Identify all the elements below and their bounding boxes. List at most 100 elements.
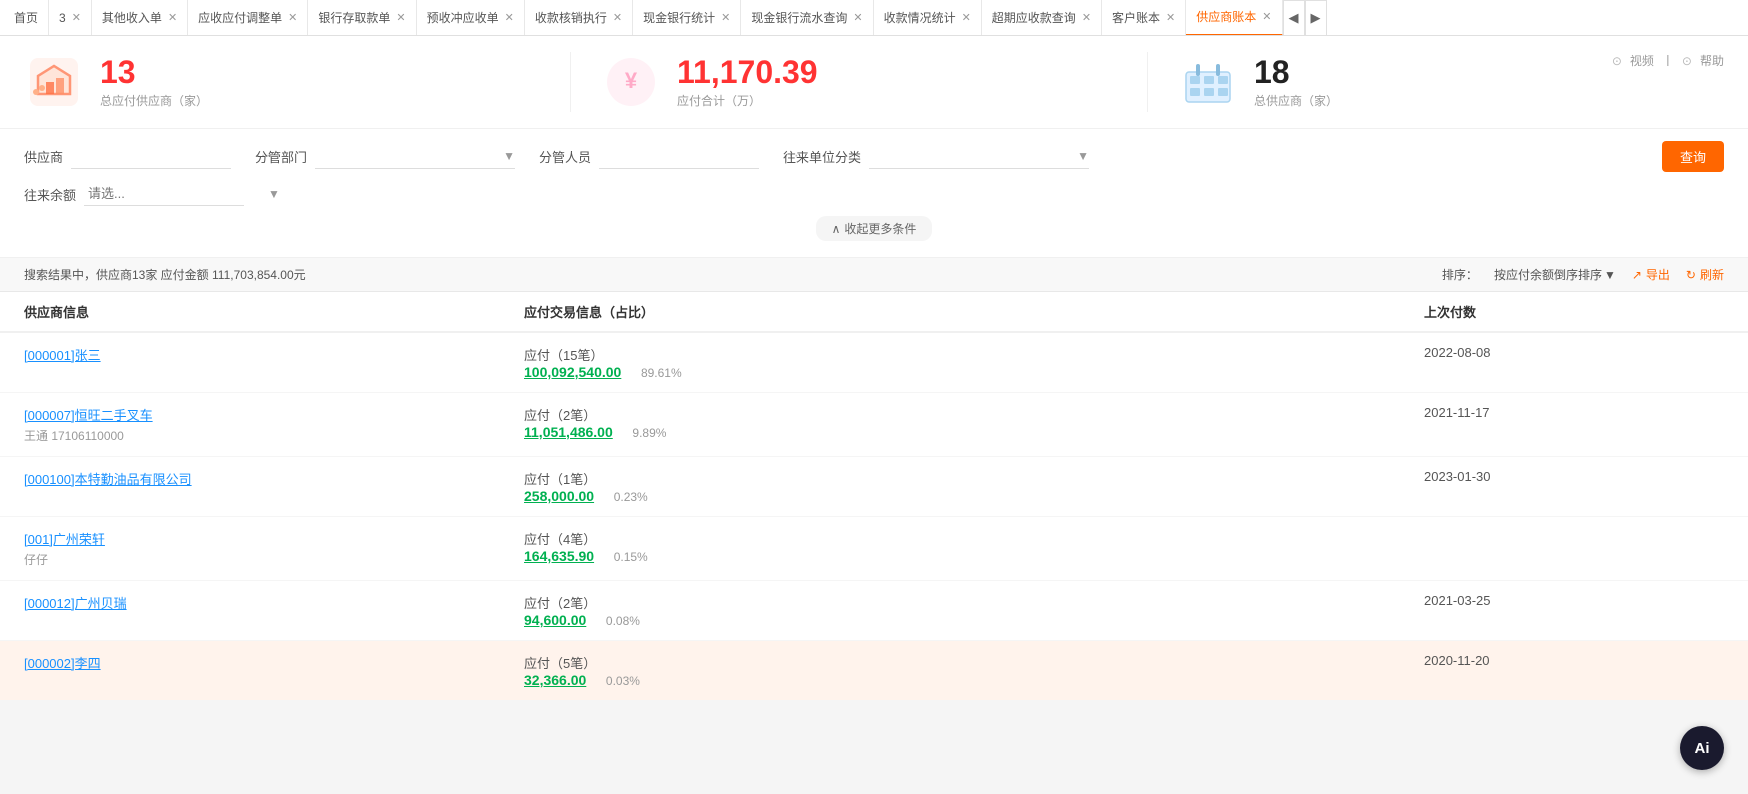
balance-filter-label: 往来余额 bbox=[24, 185, 76, 204]
col-last-pay: 上次付数 bbox=[1424, 302, 1724, 321]
nav-tab-prepay[interactable]: 预收冲应收单 ✕ bbox=[417, 0, 525, 36]
supplier-input[interactable] bbox=[71, 145, 255, 168]
nav-tab-ar-ap-adjust-close[interactable]: ✕ bbox=[288, 11, 297, 24]
nav-tab-supplier-book-close[interactable]: ✕ bbox=[1262, 10, 1271, 23]
supplier-link[interactable]: [000012]广州贝瑞 bbox=[24, 596, 127, 611]
nav-tab-bank-deposit-close[interactable]: ✕ bbox=[396, 11, 405, 24]
nav-tab-prepay-label: 预收冲应收单 bbox=[427, 9, 499, 26]
nav-tab-cash-bank-flow[interactable]: 现金银行流水查询 ✕ bbox=[741, 0, 873, 36]
sort-option-label: 按应付余额倒序排序 bbox=[1494, 266, 1602, 283]
total-suppliers-label: 总供应商（家） bbox=[1254, 92, 1338, 109]
nav-tab-cash-bank-stats-close[interactable]: ✕ bbox=[721, 11, 730, 24]
collapse-button[interactable]: ∧ 收起更多条件 bbox=[816, 216, 933, 241]
supplier-sub: 王通 17106110000 bbox=[24, 427, 524, 444]
nav-tab-bank-deposit[interactable]: 银行存取款单 ✕ bbox=[308, 0, 416, 36]
nav-tab-home-label: 首页 bbox=[14, 9, 38, 26]
total-payable-amount-number: 11,170.39 bbox=[677, 56, 818, 88]
nav-tab-overdue[interactable]: 超期应收款查询 ✕ bbox=[982, 0, 1102, 36]
help-link[interactable]: 帮助 bbox=[1700, 52, 1724, 69]
ai-label: Ai bbox=[1695, 740, 1710, 757]
tx-amount-link[interactable]: 32,366.00 bbox=[524, 672, 586, 688]
tx-cell: 应付（4笔） 164,635.90 0.15% bbox=[524, 529, 1424, 564]
nav-tab-cash-bank-stats[interactable]: 现金银行统计 ✕ bbox=[633, 0, 741, 36]
circle-icon: ⊙ bbox=[1612, 54, 1622, 68]
results-bar: 搜索结果中，供应商13家 应付金额 111,703,854.00元 排序： 按应… bbox=[0, 258, 1748, 292]
sort-chevron-down-icon[interactable]: ▼ bbox=[1604, 268, 1616, 282]
dept-chevron-down-icon[interactable]: ▼ bbox=[503, 149, 515, 163]
nav-tab-3-close[interactable]: ✕ bbox=[72, 11, 81, 24]
supplier-link[interactable]: [000002]李四 bbox=[24, 656, 101, 671]
nav-tab-collection-stats-close[interactable]: ✕ bbox=[962, 11, 971, 24]
nav-tab-supplier-book-label: 供应商账本 bbox=[1196, 8, 1256, 25]
refresh-icon: ↻ bbox=[1686, 268, 1696, 282]
summary-bar: 13 总应付供应商（家） ¥ 11,170.39 应付合计（万） bbox=[0, 36, 1748, 129]
supplier-link[interactable]: [000001]张三 bbox=[24, 348, 101, 363]
tx-cell: 应付（1笔） 258,000.00 0.23% bbox=[524, 469, 1424, 504]
summary-card2-content: 11,170.39 应付合计（万） bbox=[677, 56, 818, 109]
dept-input[interactable] bbox=[315, 145, 503, 168]
balance-chevron-down-icon[interactable]: ▼ bbox=[268, 187, 280, 201]
supplier-link[interactable]: [000100]本特勤油品有限公司 bbox=[24, 472, 192, 487]
export-button[interactable]: ↗ 导出 bbox=[1632, 266, 1670, 283]
nav-prev-arrow[interactable]: ◀ bbox=[1283, 0, 1305, 36]
person-filter-label: 分管人员 bbox=[539, 147, 591, 166]
table-row: [000001]张三 应付（15笔） 100,092,540.00 89.61%… bbox=[0, 333, 1748, 393]
search-button[interactable]: 查询 bbox=[1662, 141, 1724, 172]
tx-cell: 应付（2笔） 94,600.00 0.08% bbox=[524, 593, 1424, 628]
total-payable-suppliers-number: 13 bbox=[100, 56, 208, 88]
circle-icon2: ⊙ bbox=[1682, 54, 1692, 68]
category-input[interactable] bbox=[869, 145, 1077, 168]
nav-tab-overdue-close[interactable]: ✕ bbox=[1082, 11, 1091, 24]
filter-row-1: 供应商 ··· 分管部门 ▼ 分管人员 ··· 往来单位分类 bbox=[24, 141, 1724, 172]
nav-tab-supplier-book[interactable]: 供应商账本 ✕ bbox=[1186, 0, 1282, 36]
nav-tab-other-income-close[interactable]: ✕ bbox=[168, 11, 177, 24]
filter-supplier: 供应商 ··· bbox=[24, 145, 231, 169]
supplier-link[interactable]: [000007]恒旺二手叉车 bbox=[24, 408, 153, 423]
person-input[interactable] bbox=[599, 145, 783, 168]
filter-balance: 往来余额 ▼ bbox=[24, 182, 244, 206]
nav-tab-3[interactable]: 3 ✕ bbox=[49, 0, 92, 36]
table-row: [000007]恒旺二手叉车 王通 17106110000 应付（2笔） 11,… bbox=[0, 393, 1748, 457]
nav-tab-customer-book[interactable]: 客户账本 ✕ bbox=[1102, 0, 1186, 36]
supplier-filter-label: 供应商 bbox=[24, 147, 63, 166]
supplier-link[interactable]: [001]广州荣轩 bbox=[24, 532, 105, 547]
export-icon: ↗ bbox=[1632, 268, 1642, 282]
nav-tab-other-income[interactable]: 其他收入单 ✕ bbox=[92, 0, 188, 36]
nav-tab-collection-stats[interactable]: 收款情况统计 ✕ bbox=[874, 0, 982, 36]
nav-tab-collection-close[interactable]: ✕ bbox=[613, 11, 622, 24]
tx-amount-link[interactable]: 258,000.00 bbox=[524, 488, 594, 504]
summary-card3-content: 18 总供应商（家） bbox=[1254, 56, 1338, 109]
tx-amount-link[interactable]: 164,635.90 bbox=[524, 548, 594, 564]
tx-label: 应付（1笔） bbox=[524, 469, 1424, 488]
total-payable-icon: ¥ bbox=[601, 52, 661, 112]
table-row: [000012]广州贝瑞 应付（2笔） 94,600.00 0.08% 2021… bbox=[0, 581, 1748, 641]
nav-tab-prepay-close[interactable]: ✕ bbox=[505, 11, 514, 24]
supplier-cell: [000002]李四 bbox=[24, 653, 524, 672]
balance-input[interactable] bbox=[84, 182, 268, 205]
nav-tab-ar-ap-adjust[interactable]: 应收应付调整单 ✕ bbox=[188, 0, 308, 36]
last-pay-date: 2023-01-30 bbox=[1424, 469, 1724, 484]
refresh-button[interactable]: ↻ 刷新 bbox=[1686, 266, 1724, 283]
col-supplier-info: 供应商信息 bbox=[24, 302, 524, 321]
export-label: 导出 bbox=[1646, 266, 1670, 283]
nav-tab-customer-book-close[interactable]: ✕ bbox=[1166, 11, 1175, 24]
tx-amount-link[interactable]: 11,051,486.00 bbox=[524, 424, 613, 440]
category-chevron-down-icon[interactable]: ▼ bbox=[1077, 149, 1089, 163]
sort-select[interactable]: 按应付余额倒序排序 ▼ bbox=[1494, 266, 1616, 283]
dept-filter-label: 分管部门 bbox=[255, 147, 307, 166]
nav-tab-collection-stats-label: 收款情况统计 bbox=[884, 9, 956, 26]
nav-next-arrow[interactable]: ▶ bbox=[1305, 0, 1327, 36]
video-link[interactable]: 视频 bbox=[1630, 52, 1654, 69]
nav-tab-home[interactable]: 首页 bbox=[4, 0, 49, 36]
tx-cell: 应付（2笔） 11,051,486.00 9.89% bbox=[524, 405, 1424, 440]
nav-tab-cash-bank-flow-close[interactable]: ✕ bbox=[853, 11, 862, 24]
nav-tab-collection[interactable]: 收款核销执行 ✕ bbox=[525, 0, 633, 36]
supplier-payable-icon bbox=[24, 52, 84, 112]
ai-button[interactable]: Ai bbox=[1680, 726, 1724, 770]
category-filter-label: 往来单位分类 bbox=[783, 147, 861, 166]
tx-amount-link[interactable]: 100,092,540.00 bbox=[524, 364, 621, 380]
main-table: 供应商信息 应付交易信息（占比） 上次付数 [000001]张三 应付（15笔）… bbox=[0, 292, 1748, 701]
nav-tab-ar-ap-adjust-label: 应收应付调整单 bbox=[198, 9, 282, 26]
tx-amount-link[interactable]: 94,600.00 bbox=[524, 612, 586, 628]
tx-percent: 89.61% bbox=[641, 366, 682, 380]
